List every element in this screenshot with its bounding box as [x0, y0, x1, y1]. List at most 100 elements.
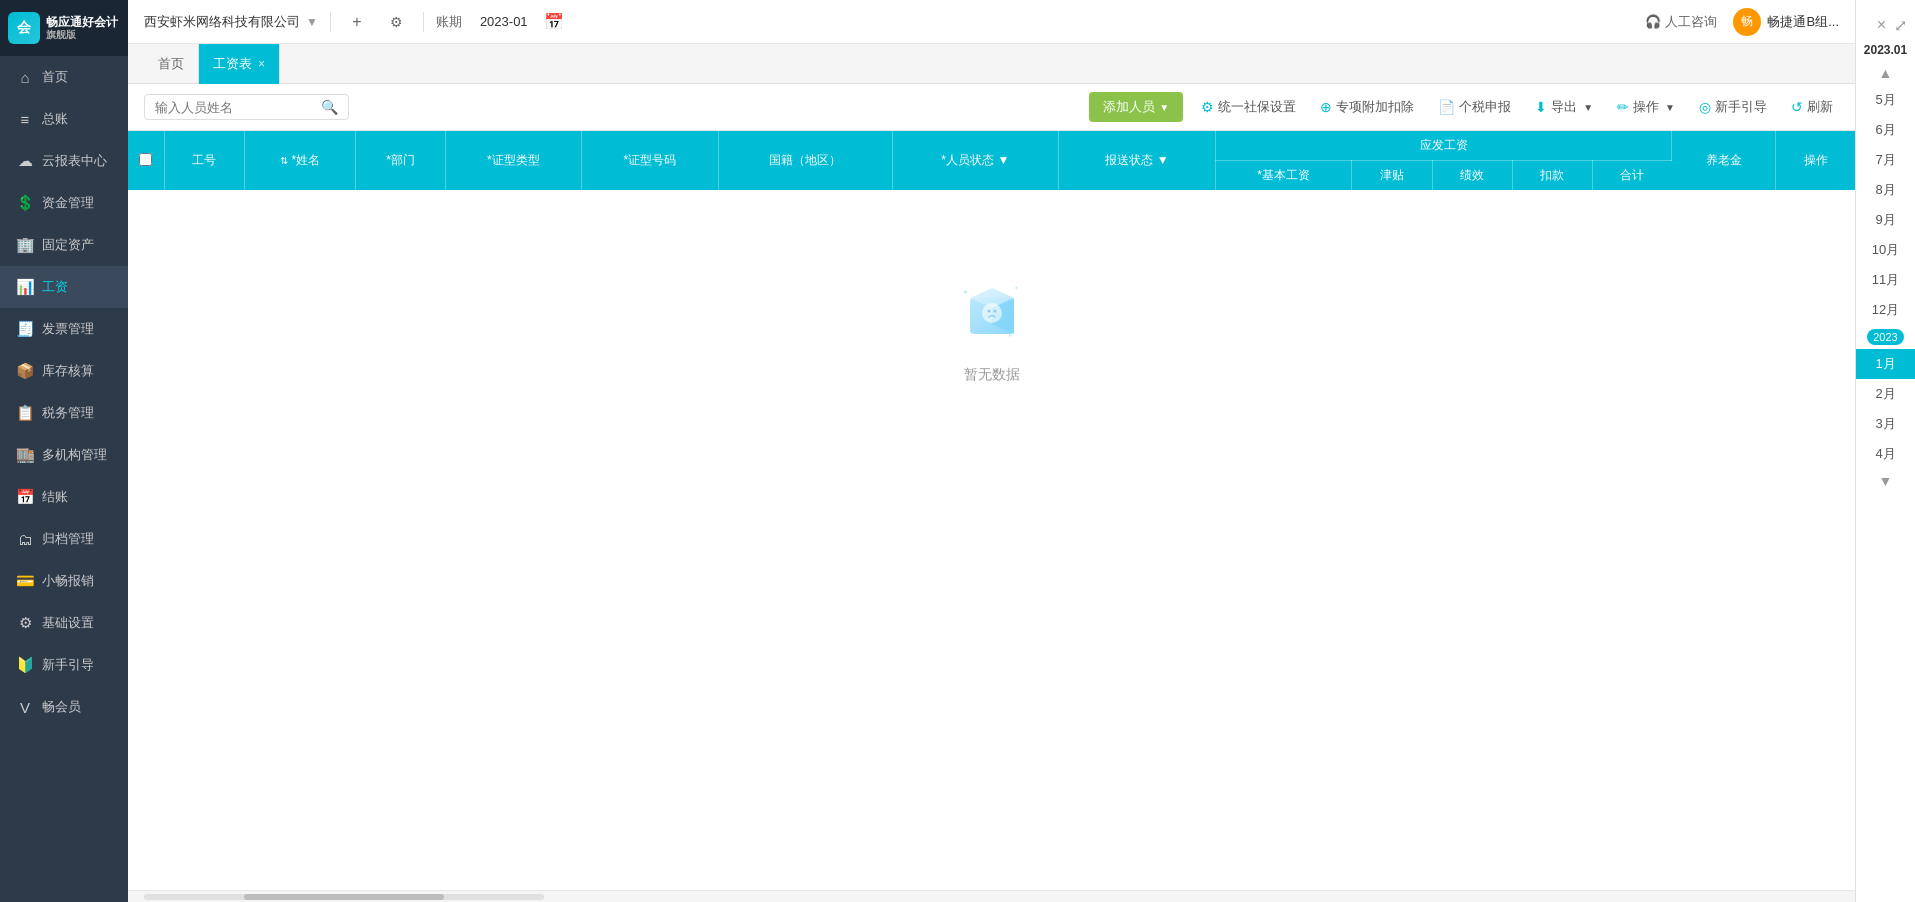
add-person-btn[interactable]: 添加人员 ▼ [1089, 92, 1183, 122]
month-12[interactable]: 12月 [1856, 295, 1915, 325]
export-dropdown-icon: ▼ [1583, 102, 1593, 113]
th-number: 工号 [164, 131, 244, 190]
month-11[interactable]: 11月 [1856, 265, 1915, 295]
th-person-status: *人员状态 ▼ [892, 131, 1058, 190]
tab-home[interactable]: 首页 [144, 44, 199, 84]
refresh-icon: ↺ [1791, 99, 1803, 115]
special-deduction-icon: ⊕ [1320, 99, 1332, 115]
sidebar-item-archive[interactable]: 🗂 归档管理 [0, 518, 128, 560]
select-all-checkbox[interactable] [139, 153, 152, 166]
period-label: 账期 [436, 13, 462, 31]
toolbar-right: 添加人员 ▼ ⚙ 统一社保设置 ⊕ 专项附加扣除 📄 个税申报 ⬇ 导出 ▼ ✏ [1089, 92, 1839, 122]
topbar-right: 🎧 人工咨询 畅 畅捷通B组... [1645, 8, 1839, 36]
th-performance: 绩效 [1432, 161, 1512, 191]
sidebar-item-ledger[interactable]: ≡ 总账 [0, 98, 128, 140]
sidebar-item-salary[interactable]: 📊 工资 [0, 266, 128, 308]
filter-icon-report[interactable]: ▼ [1157, 153, 1169, 167]
empty-icon: ✦ ✦ ✦ [952, 270, 1032, 350]
panel-close-btn[interactable]: × [1873, 12, 1890, 39]
month-9[interactable]: 9月 [1856, 205, 1915, 235]
sidebar-item-multi-org[interactable]: 🏬 多机构管理 [0, 434, 128, 476]
scrollbar-track[interactable] [144, 894, 544, 900]
operate-btn[interactable]: ✏ 操作 ▼ [1611, 94, 1681, 120]
sidebar-item-invoice[interactable]: 🧾 发票管理 [0, 308, 128, 350]
export-btn[interactable]: ⬇ 导出 ▼ [1529, 94, 1599, 120]
sidebar-item-settings[interactable]: ⚙ 基础设置 [0, 602, 128, 644]
date-nav-down[interactable]: ▼ [1874, 469, 1898, 493]
invoice-icon: 🧾 [16, 320, 34, 338]
sidebar-item-home[interactable]: ⌂ 首页 [0, 56, 128, 98]
search-input[interactable] [155, 100, 315, 115]
tabbar: 首页 工资表 × [128, 44, 1855, 84]
operate-dropdown-icon: ▼ [1665, 102, 1675, 113]
tab-close-btn[interactable]: × [258, 57, 265, 71]
month-10[interactable]: 10月 [1856, 235, 1915, 265]
expense-icon: 💳 [16, 572, 34, 590]
operate-icon: ✏ [1617, 99, 1629, 115]
filter-icon-person[interactable]: ▼ [997, 153, 1009, 167]
special-deduction-btn[interactable]: ⊕ 专项附加扣除 [1314, 94, 1420, 120]
svg-text:✦: ✦ [962, 288, 969, 297]
th-allowance: 津贴 [1352, 161, 1432, 191]
fixed-assets-icon: 🏢 [16, 236, 34, 254]
month-6[interactable]: 6月 [1856, 115, 1915, 145]
company-selector[interactable]: 西安虾米网络科技有限公司 ▼ [144, 13, 318, 31]
month-7[interactable]: 7月 [1856, 145, 1915, 175]
social-insurance-icon: ⚙ [1201, 99, 1214, 115]
th-pension: 养老金 [1672, 131, 1776, 190]
main-content: 西安虾米网络科技有限公司 ▼ + ⚙ 账期 2023-01 📅 🎧 人工咨询 畅… [128, 0, 1855, 902]
month-8[interactable]: 8月 [1856, 175, 1915, 205]
th-name: ⇅ *姓名 [244, 131, 356, 190]
sidebar-item-close[interactable]: 📅 结账 [0, 476, 128, 518]
sidebar-item-inventory[interactable]: 📦 库存核算 [0, 350, 128, 392]
month-2[interactable]: 2月 [1856, 379, 1915, 409]
multi-org-icon: 🏬 [16, 446, 34, 464]
month-3[interactable]: 3月 [1856, 409, 1915, 439]
th-deduction: 扣款 [1512, 161, 1592, 191]
year-badge-2023: 2023 [1867, 329, 1903, 345]
tab-salary[interactable]: 工资表 × [199, 44, 280, 84]
user-avatar: 畅 [1733, 8, 1761, 36]
th-base-salary: *基本工资 [1215, 161, 1351, 191]
user-menu[interactable]: 畅 畅捷通B组... [1733, 8, 1839, 36]
company-dropdown-icon: ▼ [306, 15, 318, 29]
sidebar-item-member[interactable]: V 畅会员 [0, 686, 128, 728]
settings-gear-btn[interactable]: ⚙ [383, 8, 411, 36]
cloud-icon: ☁ [16, 152, 34, 170]
salary-icon: 📊 [16, 278, 34, 296]
sidebar-item-cloud-report[interactable]: ☁ 云报表中心 [0, 140, 128, 182]
search-wrap: 🔍 [144, 94, 349, 120]
sidebar-item-fixed-assets[interactable]: 🏢 固定资产 [0, 224, 128, 266]
logo-icon: 会 [8, 12, 40, 44]
month-5[interactable]: 5月 [1856, 85, 1915, 115]
personal-tax-btn[interactable]: 📄 个税申报 [1432, 94, 1517, 120]
sidebar-item-tax[interactable]: 📋 税务管理 [0, 392, 128, 434]
new-guide-btn[interactable]: ◎ 新手引导 [1693, 94, 1773, 120]
fund-icon: 💲 [16, 194, 34, 212]
calendar-icon[interactable]: 📅 [544, 12, 564, 31]
personal-tax-icon: 📄 [1438, 99, 1455, 115]
refresh-btn[interactable]: ↺ 刷新 [1785, 94, 1839, 120]
sidebar-item-guide[interactable]: 🔰 新手引导 [0, 644, 128, 686]
empty-text: 暂无数据 [964, 366, 1020, 384]
add-company-btn[interactable]: + [343, 8, 371, 36]
support-btn[interactable]: 🎧 人工咨询 [1645, 13, 1717, 31]
date-nav-up[interactable]: ▲ [1874, 61, 1898, 85]
social-insurance-btn[interactable]: ⚙ 统一社保设置 [1195, 94, 1302, 120]
ledger-icon: ≡ [16, 111, 34, 128]
panel-expand-btn[interactable]: ⤢ [1890, 12, 1911, 39]
svg-text:✦: ✦ [1007, 332, 1013, 339]
sidebar-item-fund[interactable]: 💲 资金管理 [0, 182, 128, 224]
svg-point-4 [987, 310, 990, 313]
svg-text:✦: ✦ [1014, 285, 1019, 291]
sidebar-item-expense[interactable]: 💳 小畅报销 [0, 560, 128, 602]
new-guide-icon: ◎ [1699, 99, 1711, 115]
topbar: 西安虾米网络科技有限公司 ▼ + ⚙ 账期 2023-01 📅 🎧 人工咨询 畅… [128, 0, 1855, 44]
table-scrollbar [128, 890, 1855, 902]
support-icon: 🎧 [1645, 14, 1661, 29]
month-1[interactable]: 1月 [1856, 349, 1915, 379]
app-logo: 会 畅应通好会计 旗舰版 [0, 0, 128, 56]
scrollbar-thumb[interactable] [244, 894, 444, 900]
salary-table: 工号 ⇅ *姓名 *部门 *证型类型 *证型号码 国籍（地区） *人员状态 ▼ … [128, 131, 1855, 464]
month-4[interactable]: 4月 [1856, 439, 1915, 469]
